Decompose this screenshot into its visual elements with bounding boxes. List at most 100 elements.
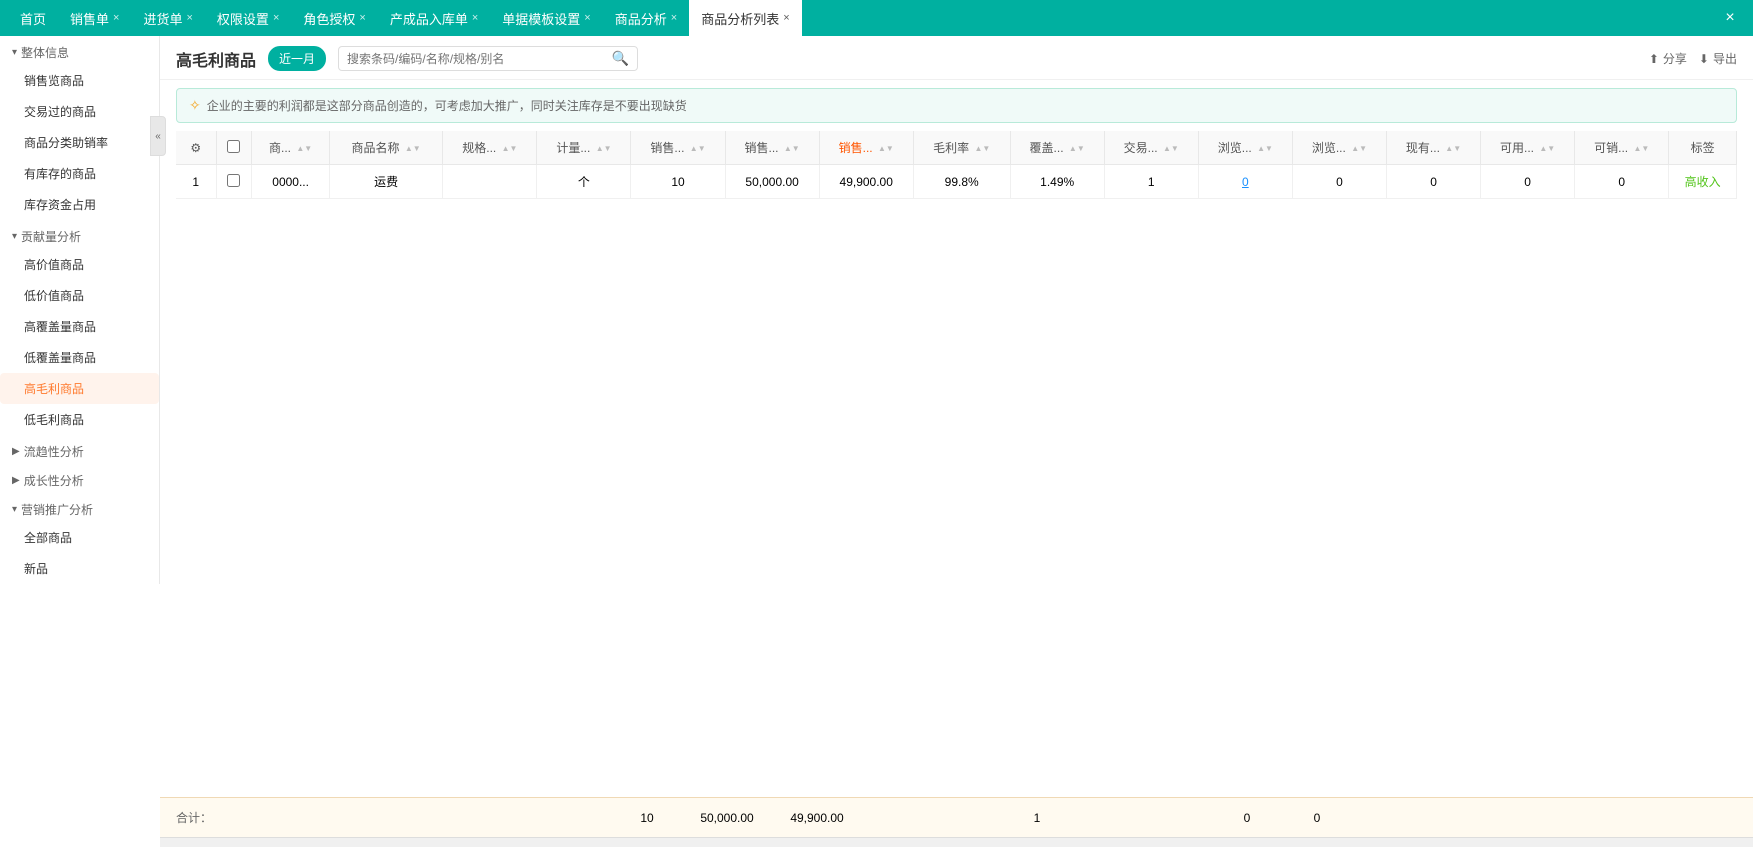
cell-transactions: 1 bbox=[1104, 165, 1198, 199]
cell-coverage: 1.49% bbox=[1010, 165, 1104, 199]
nav-close-sales-order[interactable]: × bbox=[113, 12, 119, 24]
sidebar-item-high-margin[interactable]: 高毛利商品 bbox=[0, 373, 159, 404]
cell-gross-rate: 99.8% bbox=[913, 165, 1010, 199]
search-input[interactable] bbox=[347, 52, 608, 66]
nav-close-product-analysis[interactable]: × bbox=[671, 12, 677, 24]
cell-spec bbox=[443, 165, 537, 199]
nav-close-role-auth[interactable]: × bbox=[359, 12, 365, 24]
nav-finished-goods[interactable]: 产成品入库单 × bbox=[378, 0, 490, 36]
col-name[interactable]: 商品名称 ▲▼ bbox=[329, 131, 442, 165]
footer-available: 0 bbox=[1282, 811, 1352, 825]
sidebar: ▾ 整体信息 销售览商品 交易过的商品 商品分类助销率 有库存的商品 库存资金占… bbox=[0, 36, 160, 584]
nav-product-analysis-list[interactable]: 商品分析列表 × bbox=[689, 0, 801, 36]
row-checkbox[interactable] bbox=[227, 174, 240, 187]
sort-arrows-spec: ▲▼ bbox=[502, 144, 518, 153]
sort-arrows-name: ▲▼ bbox=[405, 144, 421, 153]
sidebar-item-traded-goods[interactable]: 交易过的商品 bbox=[0, 96, 159, 127]
sort-arrows-sales-qty: ▲▼ bbox=[690, 144, 706, 153]
sidebar-item-low-coverage[interactable]: 低覆盖量商品 bbox=[0, 342, 159, 373]
nav-sales-order[interactable]: 销售单 × bbox=[58, 0, 131, 36]
sidebar-item-category-rate[interactable]: 商品分类助销率 bbox=[0, 127, 159, 158]
nav-close-product-analysis-list[interactable]: × bbox=[783, 12, 789, 24]
col-browse2[interactable]: 浏览... ▲▼ bbox=[1292, 131, 1386, 165]
col-browse1[interactable]: 浏览... ▲▼ bbox=[1198, 131, 1292, 165]
nav-role-auth[interactable]: 角色授权 × bbox=[291, 0, 377, 36]
info-icon: ✧ bbox=[189, 97, 201, 114]
col-checkbox bbox=[216, 131, 252, 165]
nav-close-permission-settings[interactable]: × bbox=[273, 12, 279, 24]
share-button[interactable]: ⬆ 分享 bbox=[1649, 50, 1687, 67]
export-button[interactable]: ⬇ 导出 bbox=[1699, 50, 1737, 67]
cell-current-stock: 0 bbox=[1386, 165, 1480, 199]
col-sales-qty[interactable]: 销售... ▲▼ bbox=[631, 131, 725, 165]
nav-close-finished-goods[interactable]: × bbox=[472, 12, 478, 24]
select-all-checkbox[interactable] bbox=[227, 140, 240, 153]
nav-product-analysis[interactable]: 商品分析 × bbox=[603, 0, 689, 36]
sort-arrows-browse2: ▲▼ bbox=[1351, 144, 1367, 153]
arrow-overall: ▾ bbox=[12, 47, 17, 58]
nav-template-settings[interactable]: 单据模板设置 × bbox=[490, 0, 602, 36]
col-available[interactable]: 可用... ▲▼ bbox=[1481, 131, 1575, 165]
sidebar-item-in-stock-goods[interactable]: 有库存的商品 bbox=[0, 158, 159, 189]
header-actions: ⬆ 分享 ⬇ 导出 bbox=[1649, 50, 1737, 67]
sort-arrows-browse1: ▲▼ bbox=[1257, 144, 1273, 153]
table-header-row: ⚙ 商... ▲▼ 商品名称 ▲▼ 规格... bbox=[176, 131, 1737, 165]
cell-tag: 高收入 bbox=[1669, 165, 1737, 199]
sidebar-item-high-value[interactable]: 高价值商品 bbox=[0, 249, 159, 280]
cell-sales-profit: 49,900.00 bbox=[819, 165, 913, 199]
content-header: 高毛利商品 近一月 🔍 ⬆ 分享 ⬇ 导出 bbox=[160, 36, 1753, 80]
col-tag[interactable]: 标签 bbox=[1669, 131, 1737, 165]
window-close-button[interactable]: × bbox=[1715, 0, 1745, 36]
col-sales-amount[interactable]: 销售... ▲▼ bbox=[725, 131, 819, 165]
nav-home[interactable]: 首页 bbox=[8, 0, 58, 36]
sort-arrows-transactions: ▲▼ bbox=[1163, 144, 1179, 153]
sort-arrows-gross-rate: ▲▼ bbox=[974, 144, 990, 153]
product-table: ⚙ 商... ▲▼ 商品名称 ▲▼ 规格... bbox=[176, 131, 1737, 199]
sidebar-item-high-coverage[interactable]: 高覆盖量商品 bbox=[0, 311, 159, 342]
sidebar-section-contribution[interactable]: ▾ 贡献量分析 bbox=[0, 220, 159, 249]
col-settings[interactable]: ⚙ bbox=[176, 131, 216, 165]
col-gross-rate[interactable]: 毛利率 ▲▼ bbox=[913, 131, 1010, 165]
col-sellable[interactable]: 可销... ▲▼ bbox=[1575, 131, 1669, 165]
sidebar-item-new-goods[interactable]: 新品 bbox=[0, 553, 159, 584]
share-icon: ⬆ bbox=[1649, 52, 1659, 66]
col-transactions[interactable]: 交易... ▲▼ bbox=[1104, 131, 1198, 165]
sidebar-item-sales-goods[interactable]: 销售览商品 bbox=[0, 65, 159, 96]
footer-sales-amount: 50,000.00 bbox=[682, 811, 772, 825]
sort-arrows-current-stock: ▲▼ bbox=[1445, 144, 1461, 153]
sidebar-item-low-value[interactable]: 低价值商品 bbox=[0, 280, 159, 311]
sidebar-section-marketing[interactable]: ▾ 营销推广分析 bbox=[0, 493, 159, 522]
sidebar-collapse-button[interactable]: « bbox=[150, 116, 166, 156]
nav-permission-settings[interactable]: 权限设置 × bbox=[205, 0, 291, 36]
nav-purchase-order[interactable]: 进货单 × bbox=[131, 0, 204, 36]
footer-current-stock: 0 bbox=[1212, 811, 1282, 825]
filter-recent-month-button[interactable]: 近一月 bbox=[268, 46, 326, 71]
cell-unit: 个 bbox=[537, 165, 631, 199]
col-spec[interactable]: 规格... ▲▼ bbox=[443, 131, 537, 165]
scrollbar-area[interactable] bbox=[160, 837, 1753, 847]
col-sales-profit[interactable]: 销售... ▲▼ bbox=[819, 131, 913, 165]
col-current-stock[interactable]: 现有... ▲▼ bbox=[1386, 131, 1480, 165]
sort-arrows-sales-amount: ▲▼ bbox=[784, 144, 800, 153]
arrow-marketing: ▾ bbox=[12, 504, 17, 515]
table-container[interactable]: ⚙ 商... ▲▼ 商品名称 ▲▼ 规格... bbox=[160, 131, 1753, 797]
cell-browse1[interactable]: 0 bbox=[1198, 165, 1292, 199]
sidebar-item-low-margin[interactable]: 低毛利商品 bbox=[0, 404, 159, 435]
sort-arrows-sales-profit: ▲▼ bbox=[878, 144, 894, 153]
sidebar-section-trend[interactable]: ▶ 流趋性分析 bbox=[0, 435, 159, 464]
sidebar-section-overall[interactable]: ▾ 整体信息 bbox=[0, 36, 159, 65]
nav-close-purchase-order[interactable]: × bbox=[186, 12, 192, 24]
table-row: 1 0000... 运费 个 10 50,000.00 49,900.00 99… bbox=[176, 165, 1737, 199]
sort-arrows-available: ▲▼ bbox=[1539, 144, 1555, 153]
cell-index: 1 bbox=[176, 165, 216, 199]
col-code[interactable]: 商... ▲▼ bbox=[252, 131, 330, 165]
nav-close-template-settings[interactable]: × bbox=[584, 12, 590, 24]
search-icon[interactable]: 🔍 bbox=[612, 50, 629, 67]
sidebar-section-growth[interactable]: ▶ 成长性分析 bbox=[0, 464, 159, 493]
arrow-growth: ▶ bbox=[12, 475, 20, 486]
col-unit[interactable]: 计量... ▲▼ bbox=[537, 131, 631, 165]
sidebar-item-all-goods[interactable]: 全部商品 bbox=[0, 522, 159, 553]
sidebar-item-stock-capital[interactable]: 库存资金占用 bbox=[0, 189, 159, 220]
col-coverage[interactable]: 覆盖... ▲▼ bbox=[1010, 131, 1104, 165]
cell-checkbox[interactable] bbox=[216, 165, 252, 199]
